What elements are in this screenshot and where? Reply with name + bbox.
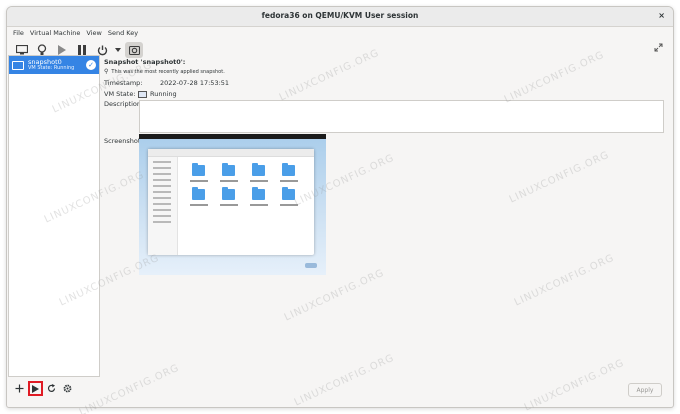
run-snapshot-button[interactable] bbox=[28, 381, 43, 396]
title-bar: fedora36 on QEMU/KVM User session × bbox=[7, 7, 673, 27]
pin-icon: ⚲ bbox=[104, 68, 109, 75]
timestamp-label: Timestamp: bbox=[104, 79, 143, 87]
guest-folder-icon bbox=[222, 163, 235, 176]
dropdown-icon[interactable] bbox=[113, 42, 123, 58]
fullscreen-icon[interactable] bbox=[654, 43, 663, 54]
menu-send-key[interactable]: Send Key bbox=[108, 29, 138, 37]
close-icon[interactable]: × bbox=[658, 11, 665, 20]
guest-folder-icon bbox=[222, 187, 235, 200]
menu-view[interactable]: View bbox=[86, 29, 101, 37]
add-snapshot-button[interactable] bbox=[12, 381, 27, 396]
apply-button[interactable]: Apply bbox=[628, 383, 662, 397]
guest-folder-icon bbox=[192, 163, 205, 176]
guest-folder-icon bbox=[252, 187, 265, 200]
snapshot-icon[interactable] bbox=[125, 42, 143, 58]
checkmark-icon: ✓ bbox=[86, 60, 96, 70]
snapshot-details: Snapshot 'snapshot0': ⚲ This was the mos… bbox=[104, 58, 229, 98]
guest-folder-icon bbox=[192, 187, 205, 200]
guest-folder-icon bbox=[282, 163, 295, 176]
vm-screen-icon bbox=[12, 60, 24, 70]
guest-folder-icon bbox=[282, 187, 295, 200]
snapshot-screenshot bbox=[139, 134, 326, 275]
snapshot-state: VM State: Running bbox=[28, 64, 75, 71]
timestamp-value: 2022-07-28 17:53:51 bbox=[160, 79, 230, 87]
vm-state-row: VM State: Running bbox=[104, 90, 229, 98]
fedora-logo-icon bbox=[305, 263, 317, 268]
screenshot-label: Screenshot: bbox=[104, 137, 143, 145]
snapshot-list: snapshot0 VM State: Running ✓ bbox=[8, 55, 100, 377]
description-field[interactable] bbox=[139, 100, 664, 133]
timestamp-row: Timestamp: 2022-07-28 17:53:51 bbox=[104, 79, 229, 87]
guest-file-manager bbox=[148, 149, 314, 255]
snapshot-note: ⚲ This was the most recently applied sna… bbox=[104, 68, 229, 75]
snapshot-note-text: This was the most recently applied snaps… bbox=[111, 68, 225, 75]
menu-virtual-machine[interactable]: Virtual Machine bbox=[30, 29, 81, 37]
vm-state-label: VM State: bbox=[104, 90, 136, 98]
vm-state-value: Running bbox=[150, 90, 177, 98]
window-title: fedora36 on QEMU/KVM User session bbox=[261, 11, 419, 20]
guest-header bbox=[148, 149, 314, 157]
snapshot-actions bbox=[12, 381, 76, 396]
vm-running-icon bbox=[138, 90, 147, 98]
snapshot-list-item[interactable]: snapshot0 VM State: Running ✓ bbox=[9, 56, 99, 74]
description-label: Description: bbox=[104, 100, 144, 108]
menu-bar: File Virtual Machine View Send Key bbox=[7, 27, 673, 39]
guest-top-bar bbox=[139, 134, 326, 139]
menu-file[interactable]: File bbox=[13, 29, 24, 37]
snapshot-title: Snapshot 'snapshot0': bbox=[104, 58, 186, 66]
settings-button[interactable] bbox=[60, 381, 75, 396]
guest-sidebar bbox=[148, 157, 178, 255]
guest-folder-icon bbox=[252, 163, 265, 176]
refresh-button[interactable] bbox=[44, 381, 59, 396]
